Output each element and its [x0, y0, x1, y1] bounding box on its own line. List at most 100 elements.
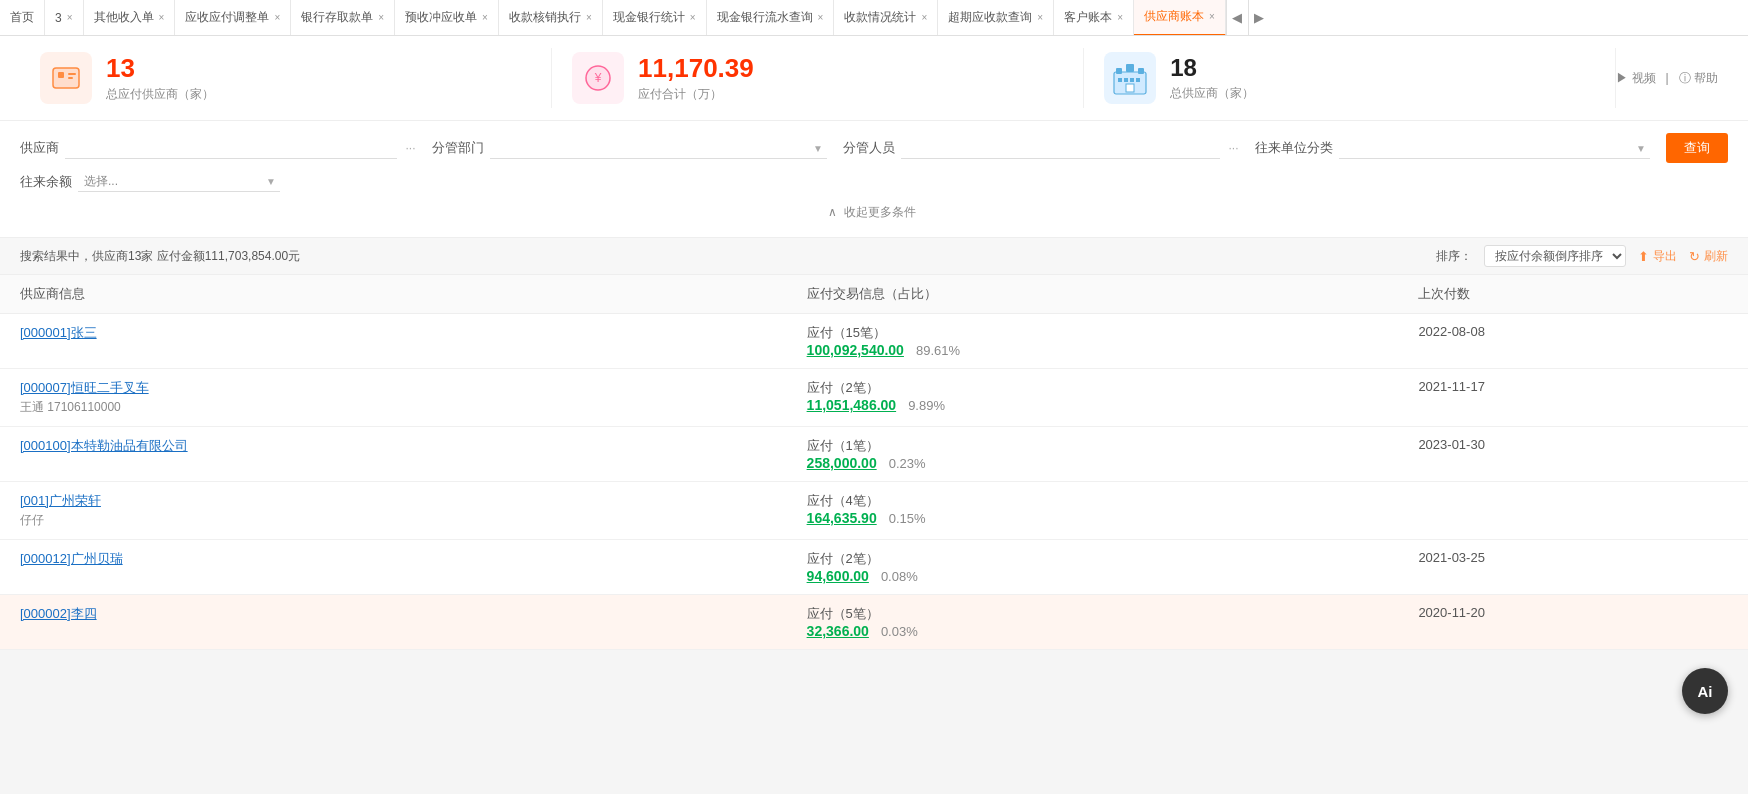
balance-select[interactable]: 选择...: [78, 171, 280, 192]
close-icon[interactable]: ×: [378, 12, 384, 23]
supplier-link[interactable]: [000007]恒旺二手叉车: [20, 380, 149, 395]
supplier-link[interactable]: [000100]本特勒油品有限公司: [20, 438, 188, 453]
svg-rect-11: [1124, 78, 1128, 82]
table-row: [000002]李四应付（5笔）32,366.000.03%2020-11-20: [0, 595, 1748, 650]
dept-select-wrap: ▼: [490, 138, 828, 159]
tx-amount[interactable]: 32,366.00: [807, 623, 869, 639]
nav-tab-supplier-account[interactable]: 供应商账本 ×: [1134, 0, 1226, 36]
supplier-filter: 供应商 ···: [20, 138, 416, 159]
last-payment-date: 2022-08-08: [1418, 324, 1485, 339]
nav-tab-cash-bank-stats[interactable]: 现金银行统计 ×: [603, 0, 707, 36]
export-icon: ⬆: [1638, 249, 1649, 264]
nav-tab-collection-stats[interactable]: 收款情况统计 ×: [834, 0, 938, 36]
tx-amount[interactable]: 100,092,540.00: [807, 342, 904, 358]
col-header-tx: 应付交易信息（占比）: [787, 275, 1399, 314]
nav-tab-overdue[interactable]: 超期应收款查询 ×: [938, 0, 1054, 36]
help-link[interactable]: ⓘ 帮助: [1679, 70, 1718, 87]
last-date-cell: 2023-01-30: [1398, 427, 1748, 482]
close-icon[interactable]: ×: [159, 12, 165, 23]
nav-tab-customer-account[interactable]: 客户账本 ×: [1054, 0, 1134, 36]
total-suppliers-icon: [1104, 52, 1156, 104]
close-icon[interactable]: ×: [1117, 12, 1123, 23]
close-icon[interactable]: ×: [818, 12, 824, 23]
last-date-cell: 2021-03-25: [1398, 540, 1748, 595]
summary-card-payable-suppliers: 13 总应付供应商（家）: [20, 48, 552, 108]
nav-tab-cash-flow[interactable]: 现金银行流水查询 ×: [707, 0, 835, 36]
refresh-icon: ↻: [1689, 249, 1700, 264]
tx-label: 应付（2笔）: [807, 550, 1379, 568]
person-dots-btn[interactable]: ···: [1228, 141, 1238, 155]
supplier-link[interactable]: [000001]张三: [20, 325, 97, 340]
nav-tab-bank-deposit[interactable]: 银行存取款单 ×: [291, 0, 395, 36]
supplier-info-cell: [001]广州荣轩仔仔: [0, 482, 787, 540]
close-icon[interactable]: ×: [1037, 12, 1043, 23]
table-row: [000100]本特勒油品有限公司应付（1笔）258,000.000.23%20…: [0, 427, 1748, 482]
tx-amount[interactable]: 164,635.90: [807, 510, 877, 526]
nav-tab-other-income[interactable]: 其他收入单 ×: [84, 0, 176, 36]
last-date-cell: 2020-11-20: [1398, 595, 1748, 650]
table-row: [001]广州荣轩仔仔应付（4笔）164,635.900.15%: [0, 482, 1748, 540]
nav-prev-arrow[interactable]: ◀: [1226, 0, 1248, 36]
payable-total-label: 应付合计（万）: [638, 86, 754, 103]
query-button[interactable]: 查询: [1666, 133, 1728, 163]
nav-tab-cash-bank-stats-label: 现金银行统计: [613, 9, 685, 26]
tx-label: 应付（5笔）: [807, 605, 1379, 623]
dept-filter: 分管部门 ▼: [432, 138, 828, 159]
balance-filter: 往来余额 选择... ▼: [20, 171, 280, 192]
supplier-link[interactable]: [000012]广州贝瑞: [20, 551, 123, 566]
last-payment-date: 2020-11-20: [1418, 605, 1485, 620]
close-icon[interactable]: ×: [482, 12, 488, 23]
nav-tab-collection[interactable]: 收款核销执行 ×: [499, 0, 603, 36]
export-btn[interactable]: ⬆ 导出: [1638, 248, 1677, 265]
supplier-link[interactable]: [000002]李四: [20, 606, 97, 621]
supplier-dots-btn[interactable]: ···: [405, 141, 415, 155]
close-icon[interactable]: ×: [1209, 11, 1215, 22]
nav-tab-prepay[interactable]: 预收冲应收单 ×: [395, 0, 499, 36]
close-icon[interactable]: ×: [921, 12, 927, 23]
export-label: 导出: [1653, 248, 1677, 265]
col-header-supplier: 供应商信息: [0, 275, 787, 314]
nav-tab-home[interactable]: 首页: [0, 0, 45, 36]
sort-label: 排序：: [1436, 248, 1472, 265]
filter-bar: 供应商 ··· 分管部门 ▼ 分管人员 ··· 往来单位分类: [0, 121, 1748, 238]
nav-tab-collection-label: 收款核销执行: [509, 9, 581, 26]
close-icon[interactable]: ×: [690, 12, 696, 23]
top-right-links: ▶ 视频 | ⓘ 帮助: [1616, 70, 1728, 87]
video-link[interactable]: ▶ 视频: [1616, 70, 1655, 87]
category-filter: 往来单位分类 ▼: [1255, 138, 1651, 159]
category-filter-label: 往来单位分类: [1255, 139, 1333, 157]
payable-total-num: 11,170.39: [638, 53, 754, 84]
table-header-row: 供应商信息 应付交易信息（占比） 上次付数: [0, 275, 1748, 314]
collapse-bar[interactable]: ∧ 收起更多条件: [20, 200, 1728, 229]
close-icon[interactable]: ×: [274, 12, 280, 23]
results-info: 搜索结果中，供应商13家 应付金额111,703,854.00元: [20, 248, 300, 265]
supplier-filter-label: 供应商: [20, 139, 59, 157]
supplier-info-cell: [000002]李四: [0, 595, 787, 650]
supplier-info-cell: [000007]恒旺二手叉车王通 17106110000: [0, 369, 787, 427]
table-row: [000012]广州贝瑞应付（2笔）94,600.000.08%2021-03-…: [0, 540, 1748, 595]
close-icon[interactable]: ×: [586, 12, 592, 23]
last-payment-date: 2021-11-17: [1418, 379, 1485, 394]
tx-amount[interactable]: 258,000.00: [807, 455, 877, 471]
nav-next-arrow[interactable]: ▶: [1248, 0, 1270, 36]
supplier-link[interactable]: [001]广州荣轩: [20, 493, 101, 508]
category-select[interactable]: [1339, 138, 1651, 159]
tx-amount[interactable]: 94,600.00: [807, 568, 869, 584]
dept-select[interactable]: [490, 138, 828, 159]
supplier-input[interactable]: [65, 138, 397, 159]
payable-total-icon: ¥: [572, 52, 624, 104]
tx-amount[interactable]: 11,051,486.00: [807, 397, 897, 413]
person-filter-label: 分管人员: [843, 139, 895, 157]
person-input[interactable]: [901, 138, 1220, 159]
tx-percentage: 89.61%: [916, 343, 960, 358]
top-navigation: 首页 3 × 其他收入单 × 应收应付调整单 × 银行存取款单 × 预收冲应收单…: [0, 0, 1748, 36]
nav-tab-adjustment[interactable]: 应收应付调整单 ×: [175, 0, 291, 36]
refresh-btn[interactable]: ↻ 刷新: [1689, 248, 1728, 265]
nav-tab-customer-account-label: 客户账本: [1064, 9, 1112, 26]
sort-select[interactable]: 按应付余额倒序排序: [1484, 245, 1626, 267]
tx-label: 应付（4笔）: [807, 492, 1379, 510]
last-payment-date: 2021-03-25: [1418, 550, 1485, 565]
nav-tab-overdue-label: 超期应收款查询: [948, 9, 1032, 26]
close-icon[interactable]: ×: [67, 12, 73, 23]
nav-tab-3[interactable]: 3 ×: [45, 0, 84, 36]
